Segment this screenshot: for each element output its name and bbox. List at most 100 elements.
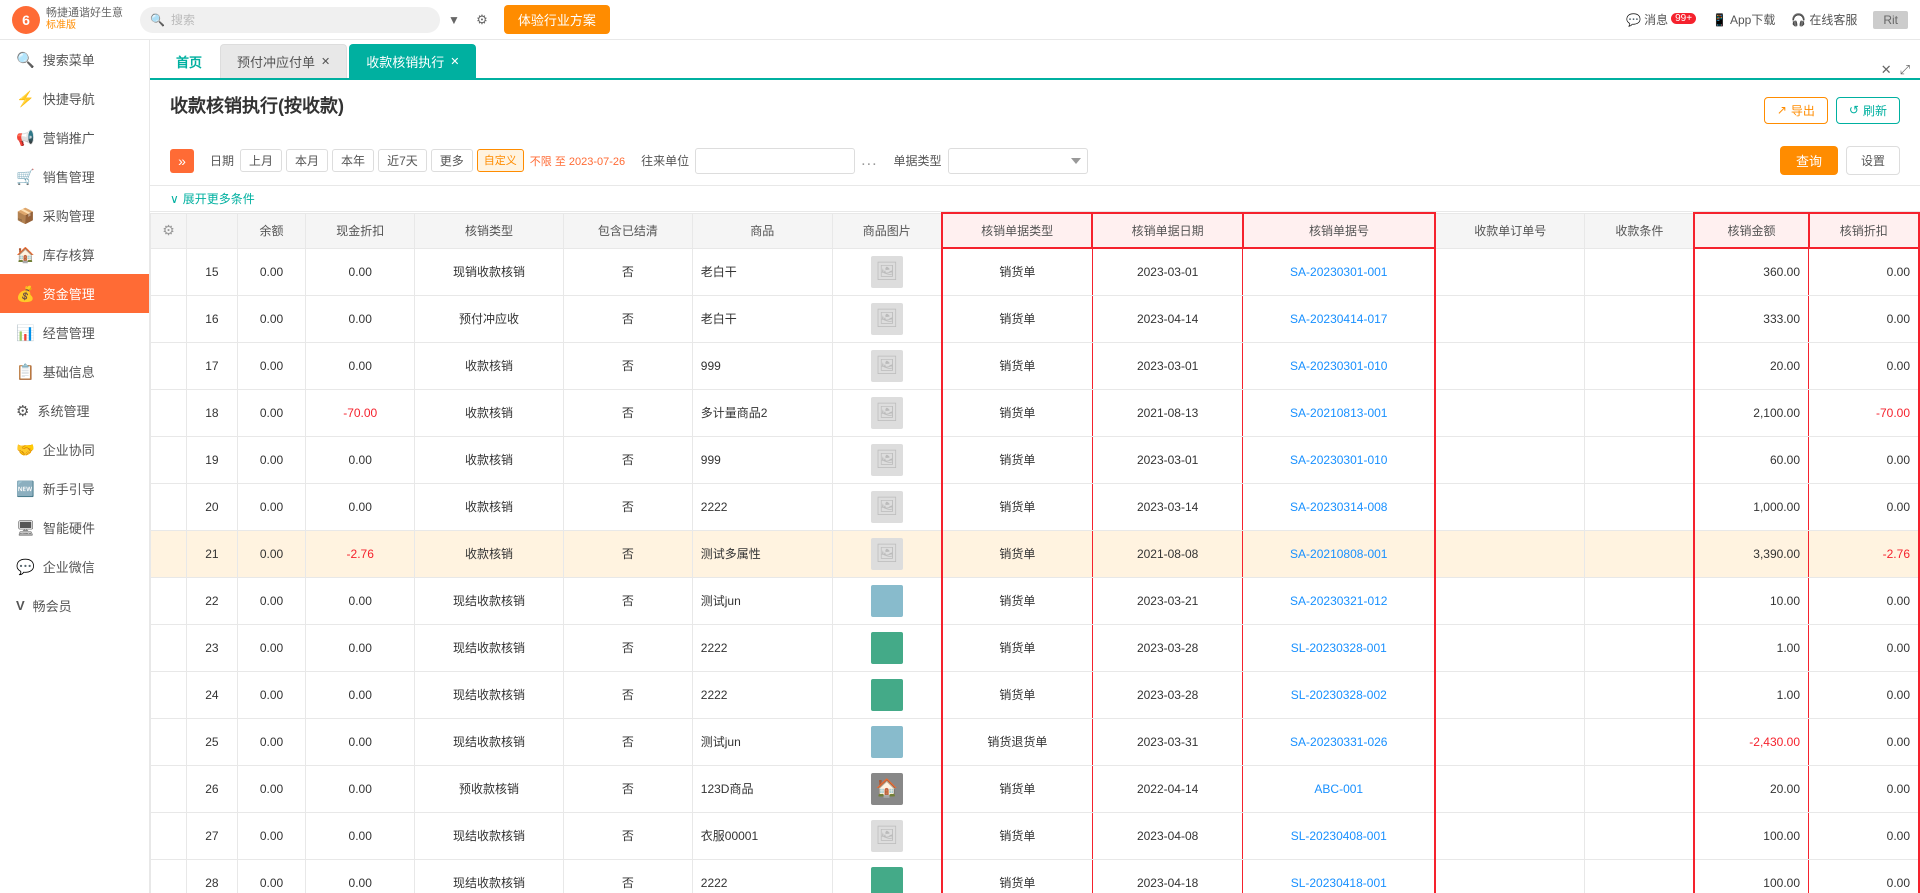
bill-no-link[interactable]: SA-20230314-008 (1290, 500, 1387, 514)
data-table: ⚙ 余额 现金折扣 核销类型 包含已结清 商品 商品图片 核销单据类型 核销单据… (150, 212, 1920, 893)
sidebar-item-basic[interactable]: 📋 基础信息 (0, 352, 149, 391)
td-verify-bill-date: 2023-03-14 (1092, 483, 1243, 530)
tab-verify-close[interactable]: ✕ (450, 55, 459, 68)
bill-no-link[interactable]: SA-20230301-010 (1290, 359, 1387, 373)
sidebar: 🔍 搜索菜单 ⚡ 快捷导航 📢 营销推广 🛒 销售管理 📦 采购管理 🏠 库存核… (0, 40, 150, 893)
refresh-btn[interactable]: ↺ 刷新 (1836, 97, 1900, 124)
sidebar-item-inventory[interactable]: 🏠 库存核算 (0, 235, 149, 274)
th-verify-bill-no: 核销单据号 (1243, 213, 1435, 248)
receipt-type-select[interactable]: 销货单 销货退货单 (948, 148, 1088, 174)
td-verify-amount: 3,390.00 (1694, 530, 1808, 577)
tab-prepay[interactable]: 预付冲应付单 ✕ (220, 44, 347, 78)
tab-home[interactable]: 首页 (160, 44, 218, 78)
bill-no-link[interactable]: SA-20230321-012 (1290, 594, 1387, 608)
bill-no-link[interactable]: SA-20210813-001 (1290, 406, 1387, 420)
tab-prepay-close[interactable]: ✕ (321, 55, 330, 68)
inventory-icon: 🏠 (16, 246, 35, 264)
gear-button[interactable]: ⚙ (468, 6, 496, 34)
bill-no-link[interactable]: ABC-001 (1314, 782, 1363, 796)
td-verify-bill-type: 销货单 (942, 812, 1093, 859)
bill-no-link[interactable]: SA-20230331-026 (1290, 735, 1387, 749)
sidebar-item-label: 采购管理 (43, 206, 95, 225)
date-custom-btn[interactable]: 自定义 (477, 149, 524, 172)
td-verify-discount: 0.00 (1809, 577, 1920, 624)
bill-no-link[interactable]: SA-20230301-001 (1290, 265, 1387, 279)
td-verify-bill-no: SA-20230331-026 (1243, 718, 1435, 765)
td-goods: 2222 (692, 859, 832, 893)
td-gear (151, 342, 187, 389)
online-service-btn[interactable]: 🎧 在线客服 (1791, 11, 1857, 28)
filter-dots: ... (861, 152, 877, 170)
solution-btn[interactable]: 体验行业方案 (504, 5, 610, 34)
td-verify-bill-type: 销货单 (942, 483, 1093, 530)
bill-no-link[interactable]: SA-20230301-010 (1290, 453, 1387, 467)
date-btn-more[interactable]: 更多 (431, 149, 473, 172)
td-no: 17 (187, 342, 238, 389)
td-verify-amount: 1.00 (1694, 671, 1808, 718)
date-btn-this-month[interactable]: 本月 (286, 149, 328, 172)
date-btn-last-month[interactable]: 上月 (240, 149, 282, 172)
fullscreen-icon[interactable]: ⤢ (1900, 62, 1910, 78)
sidebar-item-wechat[interactable]: 💬 企业微信 (0, 547, 149, 586)
tab-bar: 首页 预付冲应付单 ✕ 收款核销执行 ✕ ✕ ⤢ (150, 40, 1920, 80)
bill-no-link[interactable]: SL-20230408-001 (1291, 829, 1387, 843)
td-verify-bill-type: 销货单 (942, 248, 1093, 295)
dropdown-trigger[interactable]: ▼ (448, 13, 460, 27)
bill-no-link[interactable]: SA-20230414-017 (1290, 312, 1387, 326)
bill-no-link[interactable]: SL-20230418-001 (1291, 876, 1387, 890)
export-btn[interactable]: ↗ 导出 (1764, 97, 1828, 124)
th-included: 包含已结清 (563, 213, 692, 248)
td-receipt-cond (1585, 248, 1695, 295)
td-receipt-order-no (1435, 718, 1585, 765)
td-verify-bill-no: SA-20230301-010 (1243, 342, 1435, 389)
sidebar-item-purchase[interactable]: 📦 采购管理 (0, 196, 149, 235)
sidebar-item-sales[interactable]: 🛒 销售管理 (0, 157, 149, 196)
td-receipt-cond (1585, 765, 1695, 812)
td-goods: 999 (692, 436, 832, 483)
bill-no-link[interactable]: SL-20230328-002 (1291, 688, 1387, 702)
sidebar-item-member[interactable]: V 畅会员 (0, 586, 149, 625)
filter-expand-btn[interactable]: » (170, 149, 194, 173)
date-btn-this-year[interactable]: 本年 (332, 149, 374, 172)
sidebar-item-finance[interactable]: 💰 资金管理 (0, 274, 149, 313)
quicknav-icon: ⚡ (16, 90, 35, 108)
sidebar-item-search[interactable]: 🔍 搜索菜单 (0, 40, 149, 79)
query-btn[interactable]: 查询 (1780, 146, 1838, 175)
page-title: 收款核销执行(按收款) (170, 92, 344, 118)
th-balance: 余额 (237, 213, 306, 248)
member-icon: V (16, 598, 25, 613)
app-download-btn[interactable]: 📱 App下载 (1712, 11, 1775, 28)
tab-verify[interactable]: 收款核销执行 ✕ (349, 44, 476, 78)
column-settings-btn[interactable]: ⚙ (162, 222, 175, 239)
settings-btn[interactable]: 设置 (1846, 146, 1900, 175)
top-search-bar[interactable]: 🔍 搜索 (140, 7, 440, 33)
sidebar-item-corp[interactable]: 🤝 企业协同 (0, 430, 149, 469)
td-verify-type: 现结收款核销 (415, 812, 564, 859)
th-receipt-order-no: 收款单订单号 (1435, 213, 1585, 248)
username-display[interactable]: Rit (1873, 11, 1908, 29)
td-included: 否 (563, 342, 692, 389)
bill-no-link[interactable]: SA-20210808-001 (1290, 547, 1387, 561)
expand-more-bar[interactable]: ∨ 展开更多条件 (150, 186, 1920, 212)
td-verify-type: 收款核销 (415, 436, 564, 483)
td-verify-amount: 2,100.00 (1694, 389, 1808, 436)
sidebar-item-business[interactable]: 📊 经营管理 (0, 313, 149, 352)
sidebar-item-hardware[interactable]: 🖥 智能硬件 (0, 508, 149, 547)
message-btn[interactable]: 💬 消息 99+ (1626, 11, 1696, 28)
close-window-icon[interactable]: ✕ (1881, 62, 1892, 78)
td-receipt-order-no (1435, 342, 1585, 389)
date-btn-7days[interactable]: 近7天 (378, 149, 427, 172)
td-no: 24 (187, 671, 238, 718)
td-verify-type: 现结收款核销 (415, 577, 564, 624)
th-cash-discount: 现金折扣 (306, 213, 415, 248)
td-verify-discount: 0.00 (1809, 342, 1920, 389)
sidebar-item-system[interactable]: ⚙ 系统管理 (0, 391, 149, 430)
sidebar-item-marketing[interactable]: 📢 营销推广 (0, 118, 149, 157)
bill-no-link[interactable]: SL-20230328-001 (1291, 641, 1387, 655)
td-verify-bill-type: 销货单 (942, 436, 1093, 483)
sidebar-item-quicknav[interactable]: ⚡ 快捷导航 (0, 79, 149, 118)
td-goods-img: 🖼 (832, 295, 942, 342)
sidebar-item-guide[interactable]: 🆕 新手引导 (0, 469, 149, 508)
td-goods: 老白干 (692, 295, 832, 342)
from-unit-input[interactable] (695, 148, 855, 174)
